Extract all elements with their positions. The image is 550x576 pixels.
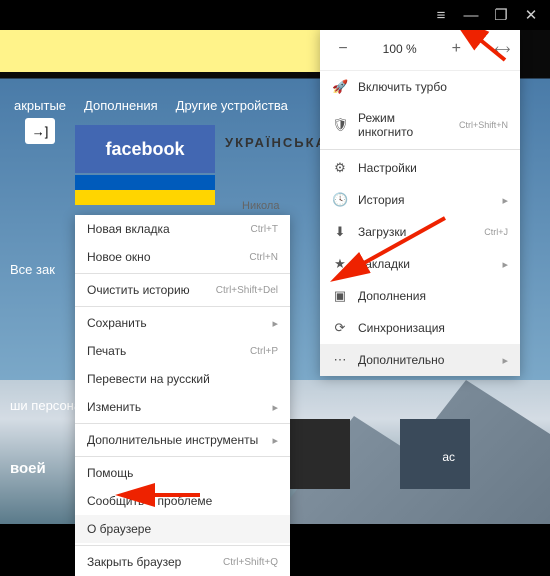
tab-addons[interactable]: Дополнения bbox=[84, 98, 158, 113]
shortcut: Ctrl+Shift+Q bbox=[223, 557, 278, 568]
menu-label: Включить турбо bbox=[358, 80, 508, 94]
menu-label: Дополнительно bbox=[358, 353, 492, 367]
arrow-annotation-3 bbox=[115, 480, 205, 510]
submenu-item[interactable]: Перевести на русский bbox=[75, 365, 290, 393]
menu-item[interactable]: 🚀 Включить турбо bbox=[320, 71, 520, 103]
menu-item[interactable]: ⚙ Настройки bbox=[320, 152, 520, 184]
menu-icon: ⋯ bbox=[332, 352, 348, 368]
menu-icon: ⚙ bbox=[332, 160, 348, 176]
chevron-right-icon: ▸ bbox=[272, 401, 278, 414]
shortcut: Ctrl+T bbox=[251, 224, 279, 235]
minimize-button[interactable]: — bbox=[462, 7, 480, 24]
submenu-item[interactable]: Печать Ctrl+P bbox=[75, 337, 290, 365]
context-submenu: Новая вкладка Ctrl+T Новое окно Ctrl+N Очист… bbox=[75, 215, 290, 576]
menu-icon: 🚀 bbox=[332, 79, 348, 95]
submenu-label: Новая вкладка bbox=[87, 222, 170, 236]
submenu-label: Новое окно bbox=[87, 250, 151, 264]
address-bar[interactable] bbox=[0, 30, 320, 72]
submenu-item[interactable]: Дополнительные инструменты ▸ bbox=[75, 426, 290, 454]
zoom-out-button[interactable]: − bbox=[332, 38, 354, 60]
svoey-text: воей bbox=[10, 460, 46, 477]
submenu-item[interactable]: О браузере bbox=[75, 515, 290, 543]
chevron-right-icon: ▸ bbox=[502, 354, 508, 367]
submenu-item[interactable]: Новое окно Ctrl+N bbox=[75, 243, 290, 271]
flag-tile[interactable] bbox=[75, 175, 215, 205]
submenu-label: Сохранить bbox=[87, 316, 147, 330]
submenu-item[interactable]: Новая вкладка Ctrl+T bbox=[75, 215, 290, 243]
submenu-item[interactable]: Сохранить ▸ bbox=[75, 309, 290, 337]
menu-icon: 🕓 bbox=[332, 192, 348, 208]
submenu-label: О браузере bbox=[87, 522, 151, 536]
submenu-label: Закрыть браузер bbox=[87, 555, 181, 569]
menu-item[interactable]: 🛡 Режим инкогнито Ctrl+Shift+N bbox=[320, 103, 520, 147]
shortcut: Ctrl+J bbox=[484, 227, 508, 237]
maximize-button[interactable]: ❐ bbox=[492, 6, 510, 24]
submenu-label: Печать bbox=[87, 344, 126, 358]
menu-label: Дополнения bbox=[358, 289, 508, 303]
all-bookmarks[interactable]: Все зак bbox=[10, 262, 55, 277]
submenu-label: Очистить историю bbox=[87, 283, 190, 297]
submenu-item[interactable]: Очистить историю Ctrl+Shift+Del bbox=[75, 276, 290, 304]
submenu-item[interactable]: Закрыть браузер Ctrl+Shift+Q bbox=[75, 548, 290, 576]
titlebar: ≡ — ❐ ✕ bbox=[0, 0, 550, 30]
chevron-right-icon: ▸ bbox=[272, 434, 278, 447]
thumbnail-1[interactable] bbox=[280, 419, 350, 489]
close-button[interactable]: ✕ bbox=[522, 6, 540, 24]
nikolay-text: Никола bbox=[242, 200, 279, 212]
shortcut: Ctrl+P bbox=[250, 346, 278, 357]
menu-item[interactable]: ⋯ Дополнительно ▸ bbox=[320, 344, 520, 376]
shortcut: Ctrl+Shift+Del bbox=[216, 285, 278, 296]
submenu-label: Перевести на русский bbox=[87, 372, 210, 386]
menu-label: Синхронизация bbox=[358, 321, 508, 335]
hamburger-icon[interactable]: ≡ bbox=[432, 7, 450, 24]
login-icon[interactable]: →] bbox=[25, 118, 55, 144]
menu-icon: 🛡 bbox=[332, 117, 348, 133]
submenu-label: Изменить bbox=[87, 400, 141, 414]
facebook-tile[interactable]: facebook bbox=[75, 125, 215, 173]
shortcut: Ctrl+N bbox=[249, 252, 278, 263]
thumbnail-text: ас bbox=[442, 450, 455, 464]
menu-icon: ▣ bbox=[332, 288, 348, 304]
zoom-value: 100 % bbox=[383, 42, 417, 56]
chevron-right-icon: ▸ bbox=[272, 317, 278, 330]
submenu-item[interactable]: Изменить ▸ bbox=[75, 393, 290, 421]
ukrainska-tile[interactable]: УКРАЇНСЬКА bbox=[225, 135, 327, 150]
menu-item[interactable]: ⟳ Синхронизация bbox=[320, 312, 520, 344]
thumbnail-2[interactable] bbox=[400, 419, 470, 489]
chevron-right-icon: ▸ bbox=[502, 258, 508, 271]
main-menu: − 100 % + ⤢ 🚀Включить турбо🛡Режим инкогн… bbox=[320, 28, 520, 376]
submenu-label: Дополнительные инструменты bbox=[87, 433, 258, 447]
menu-label: Настройки bbox=[358, 161, 508, 175]
tab-devices[interactable]: Другие устройства bbox=[176, 98, 288, 113]
menu-label: Режим инкогнито bbox=[358, 111, 449, 139]
shortcut: Ctrl+Shift+N bbox=[459, 120, 508, 130]
tabs-bar: акрытые Дополнения Другие устройства bbox=[0, 90, 302, 121]
submenu-label: Помощь bbox=[87, 466, 133, 480]
chevron-right-icon: ▸ bbox=[502, 194, 508, 207]
arrow-annotation-2 bbox=[325, 210, 455, 290]
tab-closed[interactable]: акрытые bbox=[14, 98, 66, 113]
menu-icon: ⟳ bbox=[332, 320, 348, 336]
menu-label: История bbox=[358, 193, 492, 207]
